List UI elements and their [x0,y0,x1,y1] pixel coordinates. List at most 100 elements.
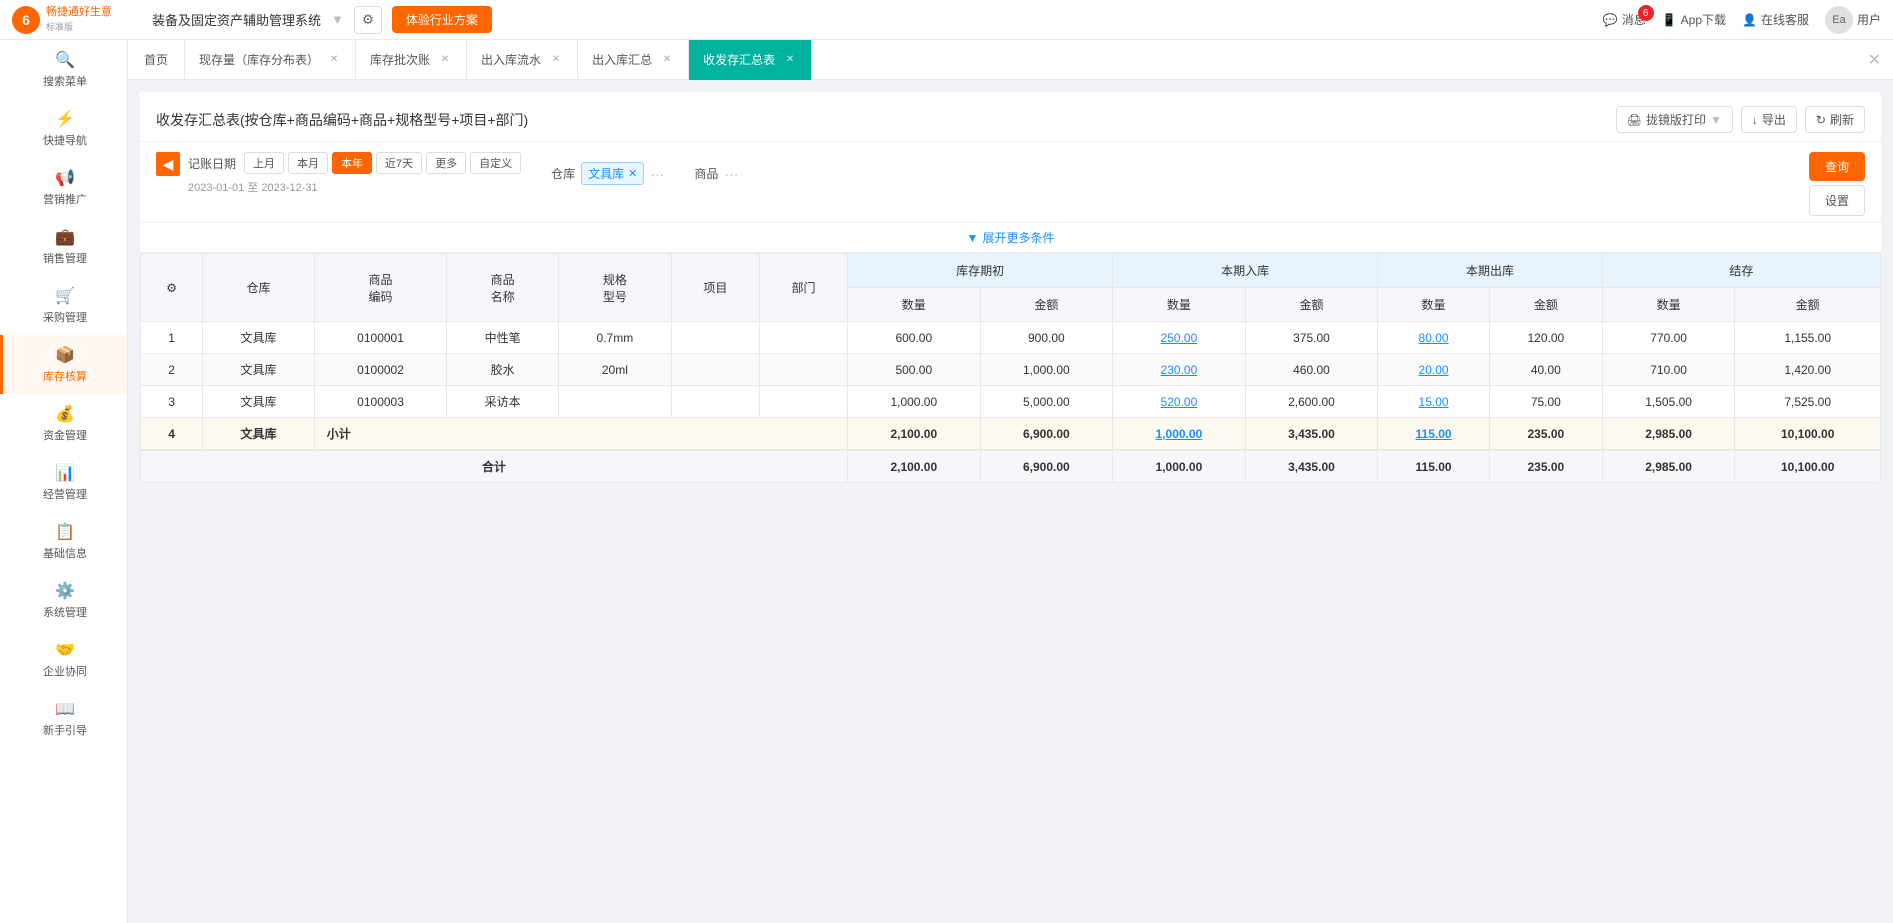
marketing-icon: 📢 [55,168,75,188]
warehouse-tag[interactable]: 文具库 ✕ [581,162,644,185]
warehouse-tag-close-icon[interactable]: ✕ [628,167,637,180]
row2-opening-qty: 500.00 [848,354,981,386]
row3-in-amt: 2,600.00 [1245,386,1378,418]
row1-in-amt: 375.00 [1245,322,1378,354]
goods-filter-dots[interactable]: ··· [724,166,738,182]
gear-button[interactable]: ⚙ [354,6,382,34]
footer-balance-qty: 2,985.00 [1602,450,1735,483]
subtotal-balance-qty: 2,985.00 [1602,418,1735,451]
row2-in-qty[interactable]: 230.00 [1113,354,1246,386]
row2-out-amt: 40.00 [1489,354,1602,386]
tab-inout-summary[interactable]: 出入库汇总 ✕ [578,40,689,80]
tab-close-stock-summary[interactable]: ✕ [783,53,797,67]
row3-num: 3 [141,386,203,418]
footer-in-qty: 1,000.00 [1113,450,1246,483]
subtotal-out-amt: 235.00 [1489,418,1602,451]
warehouse-filter-dots[interactable]: ··· [650,166,664,182]
page-header: 收发存汇总表(按仓库+商品编码+商品+规格型号+项目+部门) 🖨 拢镜版打印 ▼… [140,92,1881,142]
row3-opening-qty: 1,000.00 [848,386,981,418]
tab-home[interactable]: 首页 [128,40,185,80]
footer-row: 合计 2,100.00 6,900.00 1,000.00 3,435.00 1… [141,450,1881,483]
tab-batch[interactable]: 库存批次账 ✕ [356,40,467,80]
subtotal-in-qty[interactable]: 1,000.00 [1113,418,1246,451]
message-btn[interactable]: 💬 消息 6 [1603,11,1646,28]
table-wrapper: ⚙ 仓库 商品编码 商品名称 规格型号 项目 部门 库存期初 本期入库 本期 [140,253,1881,483]
th-in: 本期入库 [1113,254,1378,288]
filter-main-row: 记账日期 上月 本月 本年 近7天 更多 自定义 [188,152,1801,195]
footer-opening-amt: 6,900.00 [980,450,1113,483]
row3-balance-amt: 7,525.00 [1735,386,1881,418]
sidebar-item-finance[interactable]: 💰 资金管理 [0,394,127,453]
row2-out-qty[interactable]: 20.00 [1378,354,1490,386]
date-btn-more[interactable]: 更多 [426,152,466,174]
tab-bar-close[interactable]: ✕ [1856,50,1893,70]
sidebar-item-purchase[interactable]: 🛒 采购管理 [0,276,127,335]
sidebar-item-operation[interactable]: 📊 经营管理 [0,453,127,512]
th-goods-spec: 规格型号 [558,254,671,322]
sidebar-item-basic[interactable]: 📋 基础信息 [0,512,127,571]
system-icon: ⚙️ [55,581,75,601]
purchase-icon: 🛒 [55,286,75,306]
th-balance-amt: 金额 [1735,288,1881,322]
sidebar-item-search[interactable]: 🔍 搜索菜单 [0,40,127,99]
date-btn-this-year[interactable]: 本年 [332,152,372,174]
subtotal-label: 小计 [314,418,847,451]
content-inner: 收发存汇总表(按仓库+商品编码+商品+规格型号+项目+部门) 🖨 拢镜版打印 ▼… [140,92,1881,483]
tab-stock-summary[interactable]: 收发存汇总表 ✕ [689,40,812,80]
row3-balance-qty: 1,505.00 [1602,386,1735,418]
expand-row: ▼ 展开更多条件 [140,223,1881,253]
footer-in-amt: 3,435.00 [1245,450,1378,483]
page-header-actions: 🖨 拢镜版打印 ▼ ↓ 导出 ↻ 刷新 [1616,106,1865,133]
sidebar-item-marketing[interactable]: 📢 营销推广 [0,158,127,217]
th-settings[interactable]: ⚙ [141,254,203,322]
date-btn-7days[interactable]: 近7天 [376,152,422,174]
app-download-btn[interactable]: 📱 App下载 [1662,11,1726,28]
collab-icon: 🤝 [55,640,75,660]
print-button[interactable]: 🖨 拢镜版打印 ▼ [1616,106,1733,133]
row1-in-qty[interactable]: 250.00 [1113,322,1246,354]
subtotal-num: 4 [141,418,203,451]
tab-close-inout-summary[interactable]: ✕ [660,53,674,67]
row3-dept [759,386,847,418]
online-service-btn[interactable]: 👤 在线客服 [1742,11,1809,28]
filter-toggle-btn[interactable]: ◀ [156,152,180,176]
logo-text: 畅捷通好生意 [46,6,112,19]
subtotal-out-qty[interactable]: 115.00 [1378,418,1490,451]
sidebar-item-system[interactable]: ⚙️ 系统管理 [0,571,127,630]
row2-name: 胶水 [447,354,559,386]
date-buttons: 上月 本月 本年 近7天 更多 自定义 [244,152,521,174]
date-btn-this-month[interactable]: 本月 [288,152,328,174]
row3-in-qty[interactable]: 520.00 [1113,386,1246,418]
tab-close-inventory-dist[interactable]: ✕ [327,53,341,67]
row2-balance-amt: 1,420.00 [1735,354,1881,386]
query-button[interactable]: 查询 [1809,152,1865,181]
tab-bar: 首页 现存量（库存分布表） ✕ 库存批次账 ✕ 出入库流水 ✕ 出入库汇总 ✕ [128,40,1893,80]
subtotal-in-amt: 3,435.00 [1245,418,1378,451]
export-button[interactable]: ↓ 导出 [1741,106,1797,133]
sidebar-item-sales[interactable]: 💼 销售管理 [0,217,127,276]
refresh-button[interactable]: ↻ 刷新 [1805,106,1865,133]
trial-button[interactable]: 体验行业方案 [392,6,492,33]
expand-conditions-btn[interactable]: ▼ 展开更多条件 [967,229,1055,246]
row1-out-qty[interactable]: 80.00 [1378,322,1490,354]
date-btn-last-month[interactable]: 上月 [244,152,284,174]
tab-close-batch[interactable]: ✕ [438,53,452,67]
sidebar-item-quick[interactable]: ⚡ 快捷导航 [0,99,127,158]
filter-settings-button[interactable]: 设置 [1809,185,1865,216]
sidebar-item-guide[interactable]: 📖 新手引导 [0,689,127,748]
date-btn-custom[interactable]: 自定义 [470,152,521,174]
tab-inout-flow[interactable]: 出入库流水 ✕ [467,40,578,80]
th-balance: 结存 [1602,254,1880,288]
tab-close-inout-flow[interactable]: ✕ [549,53,563,67]
th-out-amt: 金额 [1489,288,1602,322]
basic-icon: 📋 [55,522,75,542]
tab-inventory-dist[interactable]: 现存量（库存分布表） ✕ [185,40,356,80]
row3-spec [558,386,671,418]
sidebar-item-collab[interactable]: 🤝 企业协同 [0,630,127,689]
row3-out-qty[interactable]: 15.00 [1378,386,1490,418]
user-btn[interactable]: Ea 用户 [1825,6,1881,34]
sidebar-item-inventory[interactable]: 📦 库存核算 [0,335,127,394]
th-goods-name: 商品名称 [447,254,559,322]
system-title: 装备及固定资产辅助管理系统 [152,10,321,29]
row1-opening-amt: 900.00 [980,322,1113,354]
